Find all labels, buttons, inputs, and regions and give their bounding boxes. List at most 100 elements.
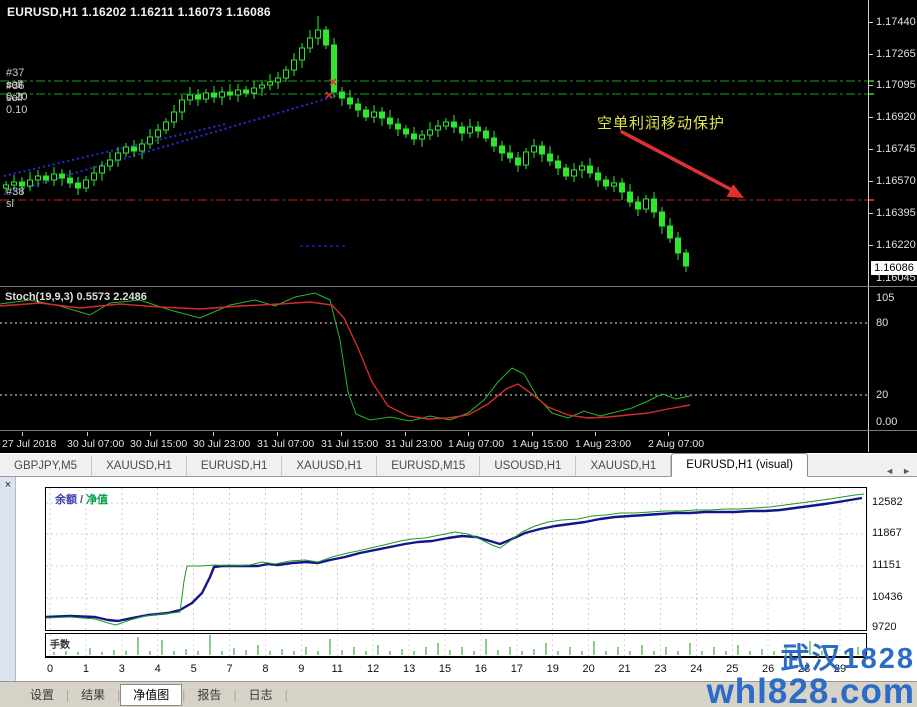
equity-y-label: 12582 [872, 496, 903, 508]
chart-tab[interactable]: USOUSD,H1 [480, 456, 576, 476]
time-axis-label: 31 Jul 23:00 [385, 438, 442, 450]
equity-x-label: 13 [403, 663, 415, 675]
level-axis-tick [869, 80, 874, 82]
time-axis-label: 30 Jul 07:00 [67, 438, 124, 450]
chart-tab[interactable]: XAUUSD,H1 [576, 456, 671, 476]
price-axis-label: 1.16220 [876, 239, 916, 251]
stochastic-label: Stoch(19,9,3) 0.5573 2.2486 [5, 291, 147, 303]
time-axis-label: 31 Jul 15:00 [321, 438, 378, 450]
equity-x-label: 17 [511, 663, 523, 675]
price-axis-label: 1.16395 [876, 207, 916, 219]
equity-x-label: 20 [583, 663, 595, 675]
equity-x-label: 8 [262, 663, 268, 675]
price-axis-label: 1.17095 [876, 79, 916, 91]
tester-tab[interactable]: 报告 [185, 685, 233, 705]
equity-x-label: 23 [654, 663, 666, 675]
time-tick [595, 432, 596, 436]
equity-x-label: 4 [155, 663, 161, 675]
tester-tab-bar: 设置|结果|净值图|报告|日志| [0, 681, 917, 707]
tab-scroll-nav: ◄ ► [885, 466, 917, 476]
equity-x-label: 5 [191, 663, 197, 675]
time-tick [532, 432, 533, 436]
equity-x-label: 9 [298, 663, 304, 675]
strategy-tester-panel: × 测试 余额/净值 手数 125821186711151104369720 0… [0, 477, 917, 707]
price-axis-tick [869, 117, 873, 118]
order-label: #38 sl [6, 186, 24, 210]
price-axis-tick [869, 181, 873, 182]
time-tick [341, 432, 342, 436]
time-tick [468, 432, 469, 436]
price-axis-tick [869, 245, 873, 246]
stoch-axis-label: 20 [876, 389, 888, 401]
equity-x-label: 15 [439, 663, 451, 675]
tester-tab[interactable]: 净值图 [120, 684, 182, 706]
panel-separator[interactable] [0, 286, 917, 287]
equity-x-label: 11 [332, 663, 343, 675]
time-axis-label: 30 Jul 23:00 [193, 438, 250, 450]
equity-curve-canvas[interactable] [46, 488, 866, 630]
price-axis-tick [869, 149, 873, 150]
stoch-axis-label: 0.00 [876, 416, 897, 428]
equity-x-label: 24 [690, 663, 702, 675]
annotation-text: 空单利润移动保护 [597, 112, 725, 133]
equity-x-label: 26 [762, 663, 774, 675]
price-axis-tick [869, 213, 873, 214]
time-axis-label: 27 Jul 2018 [2, 438, 56, 450]
price-axis-label: 1.16570 [876, 175, 916, 187]
time-axis-label: 1 Aug 23:00 [575, 438, 631, 450]
price-chart-panel[interactable]: EURUSD,H1 1.16202 1.16211 1.16073 1.1608… [0, 0, 917, 452]
equity-y-label: 10436 [872, 591, 903, 603]
chart-tab[interactable]: EURUSD,H1 (visual) [671, 453, 808, 477]
candlestick-chart-canvas[interactable] [0, 0, 868, 286]
price-axis[interactable]: 1.17440 1.17265 1.17095 1.16920 1.16745 1.165… [868, 0, 917, 430]
price-axis-label: 1.17265 [876, 48, 916, 60]
time-axis-label: 30 Jul 15:00 [130, 438, 187, 450]
tab-separator: | [285, 688, 288, 702]
stoch-axis-label: 105 [876, 292, 894, 304]
equity-legend: 余额/净值 [55, 491, 108, 507]
equity-x-label: 25 [726, 663, 738, 675]
tester-tab[interactable]: 日志 [237, 685, 285, 705]
equity-x-label: 28 [798, 663, 810, 675]
tab-scroll-right-icon[interactable]: ► [902, 466, 911, 476]
equity-x-label: 7 [226, 663, 232, 675]
time-axis-label: 1 Aug 15:00 [512, 438, 568, 450]
price-axis-label: 1.17440 [876, 16, 916, 28]
level-axis-tick [869, 93, 874, 95]
tester-tab[interactable]: 结果 [69, 685, 117, 705]
lots-bars-canvas [46, 634, 866, 656]
equity-x-label: 21 [618, 663, 630, 675]
legend-separator: / [77, 494, 86, 506]
chart-tab[interactable]: XAUUSD,H1 [282, 456, 377, 476]
price-axis-label: 1.16920 [876, 111, 916, 123]
equity-y-label: 11151 [872, 559, 901, 571]
equity-x-label: 1 [83, 663, 89, 675]
legend-balance: 余额 [55, 494, 77, 506]
time-axis-label: 31 Jul 07:00 [257, 438, 314, 450]
time-axis-label: 2 Aug 07:00 [648, 438, 704, 450]
time-tick [213, 432, 214, 436]
time-tick [22, 432, 23, 436]
order-label: #36 sell 0.10 [6, 80, 27, 116]
level-axis-tick [869, 199, 874, 201]
chart-tab[interactable]: XAUUSD,H1 [92, 456, 187, 476]
price-axis-tick [869, 54, 873, 55]
equity-x-label: 0 [47, 663, 53, 675]
equity-y-label: 11867 [872, 527, 902, 539]
lots-label: 手数 [50, 636, 70, 651]
price-axis-label: 1.16045 [876, 272, 916, 284]
stochastic-canvas[interactable] [0, 288, 868, 430]
tester-tab[interactable]: 设置 [18, 685, 66, 705]
equity-x-label: 29 [834, 663, 846, 675]
equity-x-label: 12 [367, 663, 379, 675]
time-axis[interactable]: 27 Jul 2018 30 Jul 07:00 30 Jul 15:00 30 Ju… [0, 431, 917, 452]
legend-equity: 净值 [86, 494, 108, 506]
tab-scroll-left-icon[interactable]: ◄ [885, 466, 894, 476]
price-axis-label: 1.16745 [876, 143, 916, 155]
chart-tab[interactable]: EURUSD,M15 [377, 456, 480, 476]
equity-x-label: 16 [475, 663, 487, 675]
chart-tab[interactable]: GBPJPY,M5 [0, 456, 92, 476]
mt4-window: EURUSD,H1 1.16202 1.16211 1.16073 1.1608… [0, 0, 917, 707]
close-icon[interactable]: × [2, 479, 14, 491]
chart-tab[interactable]: EURUSD,H1 [187, 456, 282, 476]
